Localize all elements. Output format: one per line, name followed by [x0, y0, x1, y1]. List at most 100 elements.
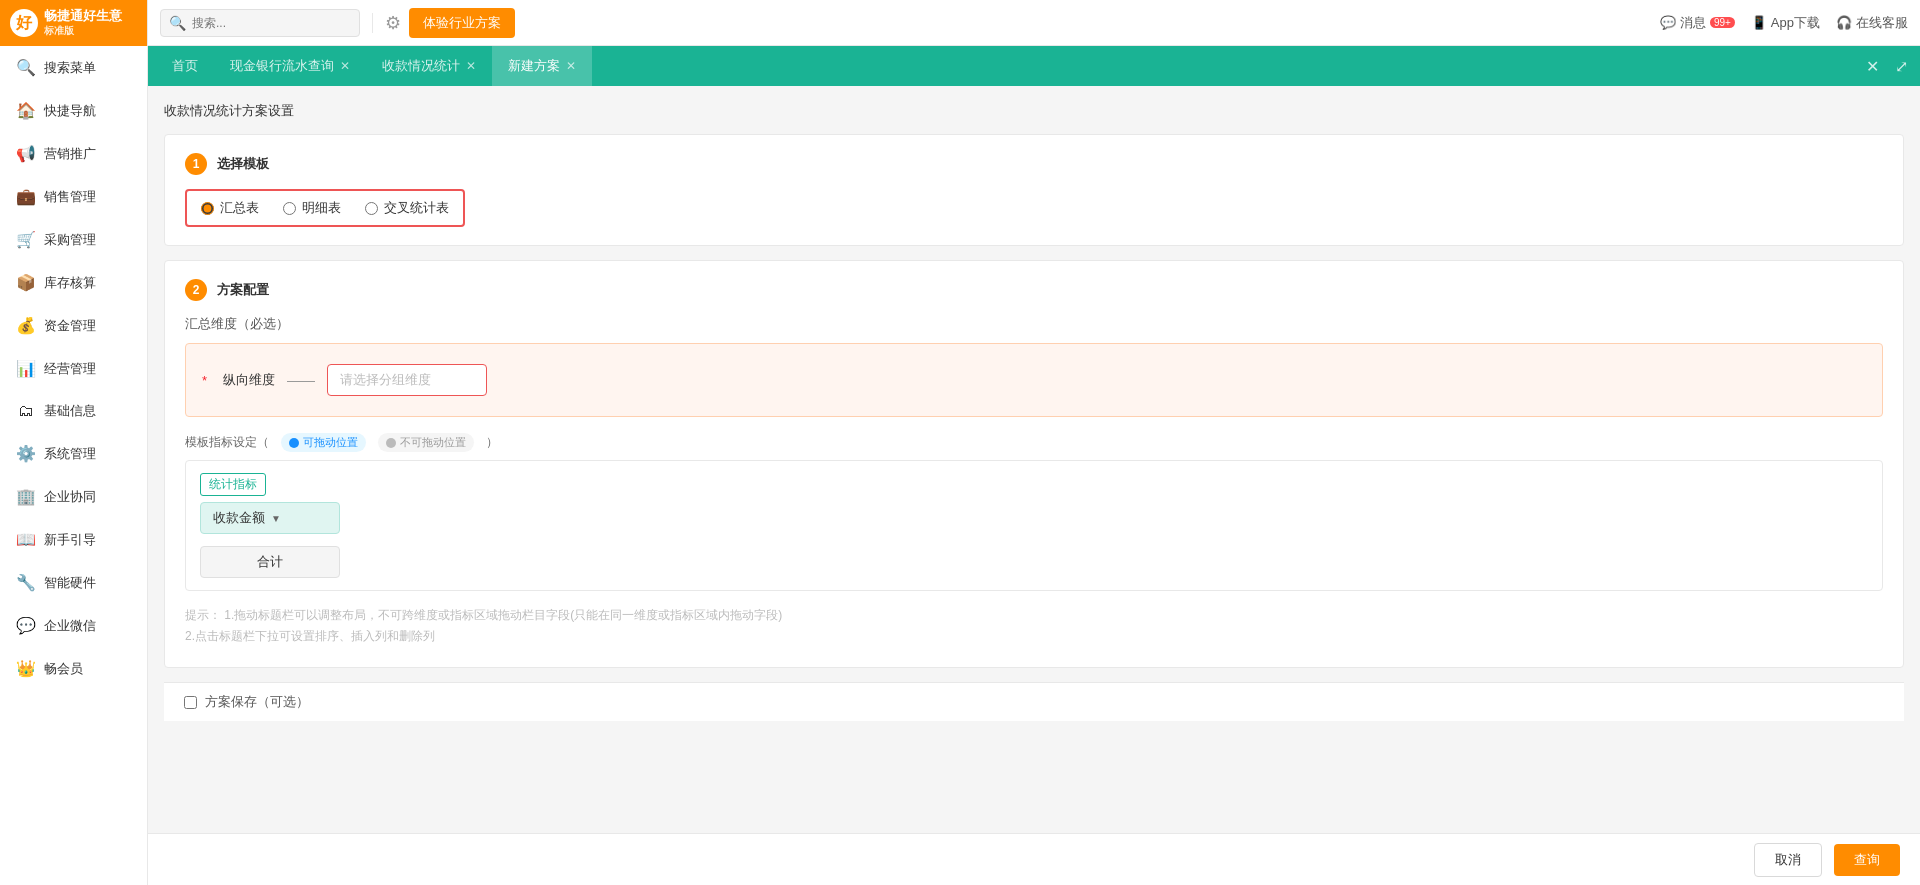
industry-btn[interactable]: 体验行业方案 — [409, 8, 515, 38]
message-item[interactable]: 💬 消息 99+ — [1660, 14, 1735, 32]
moveable-dot — [289, 438, 299, 448]
radio-detail[interactable] — [283, 202, 296, 215]
option-detail[interactable]: 明细表 — [283, 199, 341, 217]
sidebar-item-purchase[interactable]: 🛒 采购管理 — [0, 218, 147, 261]
sidebar-item-member[interactable]: 👑 畅会员 — [0, 647, 147, 690]
sidebar-item-label: 企业微信 — [44, 617, 96, 635]
tab-home[interactable]: 首页 — [156, 46, 214, 86]
tip1: 提示： 1.拖动标题栏可以调整布局，不可跨维度或指标区域拖动栏目字段(只能在同一… — [185, 607, 1883, 624]
system-icon: ⚙️ — [16, 444, 36, 463]
step1-header: 1 选择模板 — [185, 153, 1883, 175]
query-button[interactable]: 查询 — [1834, 844, 1900, 876]
sidebar-item-guide[interactable]: 📖 新手引导 — [0, 518, 147, 561]
sidebar-item-label: 资金管理 — [44, 317, 96, 335]
metrics-header-end: ） — [486, 434, 498, 451]
sidebar-item-label: 搜索菜单 — [44, 59, 96, 77]
search-input[interactable] — [192, 16, 351, 30]
plan-save-label: 方案保存（可选） — [205, 693, 309, 711]
tips-section: 提示： 1.拖动标题栏可以调整布局，不可跨维度或指标区域拖动栏目字段(只能在同一… — [185, 607, 1883, 645]
hardware-icon: 🔧 — [16, 573, 36, 592]
config-area: * 纵向维度 —— 请选择分组维度 — [185, 343, 1883, 417]
logo-icon: 好 — [10, 9, 38, 37]
sidebar-item-wechat[interactable]: 💬 企业微信 — [0, 604, 147, 647]
sidebar-item-inventory[interactable]: 📦 库存核算 — [0, 261, 147, 304]
option-cross-label: 交叉统计表 — [384, 199, 449, 217]
sidebar-item-label: 新手引导 — [44, 531, 96, 549]
option-detail-label: 明细表 — [302, 199, 341, 217]
radio-summary[interactable] — [201, 202, 214, 215]
step2-num: 2 — [185, 279, 207, 301]
plan-save-checkbox[interactable] — [184, 696, 197, 709]
search-icon: 🔍 — [16, 58, 36, 77]
moveable-label: 可拖动位置 — [303, 435, 358, 450]
metrics-header: 模板指标设定（ 可拖动位置 不可拖动位置 ） — [185, 433, 1883, 452]
tab-stats[interactable]: 收款情况统计 ✕ — [366, 46, 492, 86]
sidebar-item-hardware[interactable]: 🔧 智能硬件 — [0, 561, 147, 604]
group-dimension-select[interactable]: 请选择分组维度 — [327, 364, 487, 396]
template-options: 汇总表 明细表 交叉统计表 — [185, 189, 465, 227]
step2-header: 2 方案配置 — [185, 279, 1883, 301]
cancel-button[interactable]: 取消 — [1754, 843, 1822, 877]
inventory-icon: 📦 — [16, 273, 36, 292]
guide-icon: 📖 — [16, 530, 36, 549]
sidebar-item-label: 经营管理 — [44, 360, 96, 378]
vertical-label: 纵向维度 — [223, 371, 275, 389]
sidebar-item-nav[interactable]: 🏠 快捷导航 — [0, 89, 147, 132]
option-summary[interactable]: 汇总表 — [201, 199, 259, 217]
sidebar-item-label: 智能硬件 — [44, 574, 96, 592]
tip2: 2.点击标题栏下拉可设置排序、插入列和删除列 — [185, 628, 1883, 645]
option-summary-label: 汇总表 — [220, 199, 259, 217]
message-label: 消息 — [1680, 14, 1706, 32]
stats-label: 统计指标 — [200, 473, 266, 496]
dimension-row: * 纵向维度 —— 请选择分组维度 — [202, 364, 1866, 396]
tab-new-plan[interactable]: 新建方案 ✕ — [492, 46, 592, 86]
tab-cashflow[interactable]: 现金银行流水查询 ✕ — [214, 46, 366, 86]
tab-new-plan-label: 新建方案 — [508, 57, 560, 75]
dimension-config-label: 汇总维度（必选） — [185, 315, 1883, 333]
sidebar-item-sales[interactable]: 💼 销售管理 — [0, 175, 147, 218]
chevron-down-icon: ▼ — [271, 513, 281, 524]
tab-stats-close[interactable]: ✕ — [466, 60, 476, 72]
content-area: 收款情况统计方案设置 1 选择模板 汇总表 明细表 交叉统计表 — [148, 86, 1920, 833]
metric-chip-amount[interactable]: 收款金额 ▼ — [200, 502, 340, 534]
sidebar-nav: 🔍 搜索菜单 🏠 快捷导航 📢 营销推广 💼 销售管理 🛒 采购管理 📦 库存核… — [0, 46, 147, 885]
sidebar-item-marketing[interactable]: 📢 营销推广 — [0, 132, 147, 175]
metric-sub-total: 合计 — [200, 546, 340, 578]
topbar-divider — [372, 13, 373, 33]
sidebar-item-search[interactable]: 🔍 搜索菜单 — [0, 46, 147, 89]
tab-expand-btn[interactable]: ⤢ — [1891, 57, 1912, 76]
sidebar-item-finance[interactable]: 💰 资金管理 — [0, 304, 147, 347]
member-icon: 👑 — [16, 659, 36, 678]
marketing-icon: 📢 — [16, 144, 36, 163]
home-icon: 🏠 — [16, 101, 36, 120]
tab-close-all-btn[interactable]: ✕ — [1862, 57, 1883, 76]
sidebar: 好 畅捷通好生意 标准版 🔍 搜索菜单 🏠 快捷导航 📢 营销推广 💼 销售管理… — [0, 0, 148, 885]
tab-cashflow-close[interactable]: ✕ — [340, 60, 350, 72]
step2-title: 方案配置 — [217, 281, 269, 299]
option-cross[interactable]: 交叉统计表 — [365, 199, 449, 217]
download-item[interactable]: 📱 App下载 — [1751, 14, 1820, 32]
radio-cross[interactable] — [365, 202, 378, 215]
purchase-icon: 🛒 — [16, 230, 36, 249]
metric-chip-label: 收款金额 — [213, 509, 265, 527]
sales-icon: 💼 — [16, 187, 36, 206]
sidebar-item-management[interactable]: 📊 经营管理 — [0, 347, 147, 390]
tab-stats-label: 收款情况统计 — [382, 57, 460, 75]
topbar-search-box[interactable]: 🔍 — [160, 9, 360, 37]
step1-title: 选择模板 — [217, 155, 269, 173]
sidebar-item-label: 系统管理 — [44, 445, 96, 463]
settings-icon[interactable]: ⚙ — [385, 12, 401, 34]
message-badge: 99+ — [1710, 17, 1735, 28]
tab-new-plan-close[interactable]: ✕ — [566, 60, 576, 72]
sidebar-item-enterprise[interactable]: 🏢 企业协同 — [0, 475, 147, 518]
sidebar-item-basics[interactable]: 🗂 基础信息 — [0, 390, 147, 432]
support-item[interactable]: 🎧 在线客服 — [1836, 14, 1908, 32]
download-label: App下载 — [1771, 14, 1820, 32]
fixed-label: 不可拖动位置 — [400, 435, 466, 450]
arrow: —— — [287, 372, 315, 388]
logo-text: 畅捷通好生意 — [44, 8, 122, 24]
sidebar-item-system[interactable]: ⚙️ 系统管理 — [0, 432, 147, 475]
tab-home-label: 首页 — [172, 57, 198, 75]
metrics-header-text: 模板指标设定（ — [185, 434, 269, 451]
finance-icon: 💰 — [16, 316, 36, 335]
